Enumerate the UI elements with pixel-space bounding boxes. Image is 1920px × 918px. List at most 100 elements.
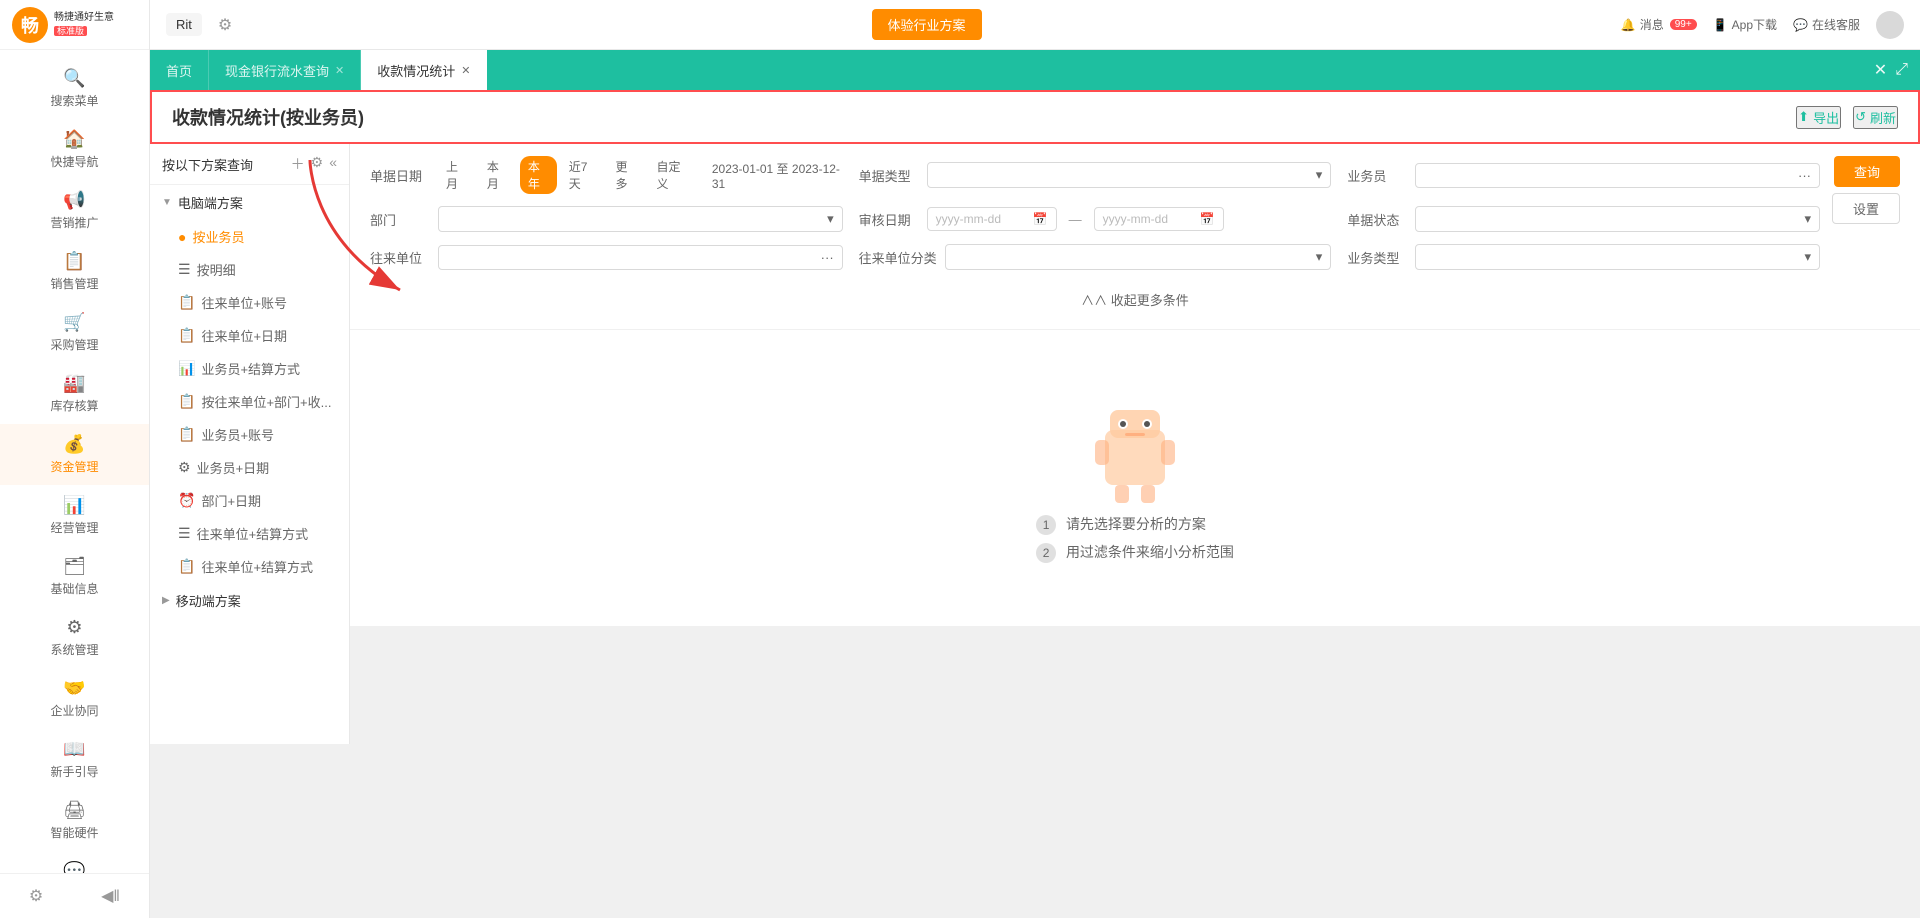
date-filter-item: 单据日期 上月 本月 本年 近7天 更多 自定义 (370, 156, 843, 194)
filter-row-3: 往来单位 ··· 往来单位分类 (370, 244, 1820, 270)
biz-type-select[interactable]: ▾ (1415, 244, 1820, 270)
page-title: 收款情况统计(按业务员) (172, 104, 364, 130)
scheme-item-salesman-date[interactable]: ⚙ 业务员+日期 (150, 451, 349, 484)
tab-expand-btn[interactable]: ⤢ (1895, 61, 1908, 79)
scheme-item-partner-date[interactable]: 📋 往来单位+日期 (150, 319, 349, 352)
sidebar-item-inventory[interactable]: 🏭 库存核算 (0, 363, 149, 424)
tab-collection-stat[interactable]: 收款情况统计 ✕ (361, 50, 487, 90)
ellipsis-icon: ··· (1798, 168, 1811, 183)
date-tab-this-month[interactable]: 本月 (479, 156, 516, 194)
chevron-down-biz-icon: ▾ (1804, 249, 1811, 265)
chevron-down-icon: ▼ (162, 197, 172, 208)
app-download-btn[interactable]: 📱 App下载 (1713, 16, 1777, 33)
chevron-down-status-icon: ▾ (1804, 211, 1811, 227)
date-tab-last7[interactable]: 近7天 (561, 156, 604, 194)
sidebar-item-basic[interactable]: 🗂 基础信息 (0, 546, 149, 607)
scheme-settings-btn[interactable]: ⚙ (311, 154, 324, 174)
doc-status-select[interactable]: ▾ (1415, 206, 1820, 232)
scheme-item-partner-dept-coll[interactable]: 📋 按往来单位+部门+收... (150, 385, 349, 418)
filter-section: 单据日期 上月 本月 本年 近7天 更多 自定义 (370, 156, 1900, 282)
sidebar-item-quick-nav[interactable]: 🏠 快捷导航 (0, 119, 149, 180)
scheme-item-by-detail[interactable]: ☰ 按明细 (150, 253, 349, 286)
dept-select[interactable]: ▾ (438, 206, 843, 232)
marketing-icon: 📢 (63, 190, 85, 211)
inventory-icon: 🏭 (63, 373, 85, 394)
scheme-item-by-salesman[interactable]: ● 按业务员 (150, 220, 349, 253)
collapse-icon: ∧∧ (1081, 293, 1111, 308)
filter-area: 单据日期 上月 本月 本年 近7天 更多 自定义 (350, 144, 1920, 329)
salesman-select[interactable]: ··· (1415, 163, 1820, 188)
sidebar-item-operations[interactable]: 📊 经营管理 (0, 485, 149, 546)
chevron-down-cat-icon: ▾ (1316, 249, 1323, 265)
topbar-left: Rit ⚙ (166, 13, 232, 36)
review-date-to-input[interactable]: yyyy-mm-dd 📅 (1094, 207, 1224, 231)
export-btn[interactable]: ⬆ 导出 (1796, 106, 1841, 129)
sidebar: 畅 畅捷通好生意 标准版 🔍 搜索菜单 🏠 快捷导航 📢 营销推广 📋 (0, 0, 150, 918)
sidebar-collapse-btn[interactable]: ◀‖ (101, 886, 120, 906)
empty-tips: 1 请先选择要分析的方案 2 用过滤条件来缩小分析范围 (1036, 510, 1234, 566)
service-icon: 💬 (1793, 18, 1808, 32)
doc-type-filter-item: 单据类型 ▾ (859, 162, 1332, 188)
bell-icon: 🔔 (1621, 18, 1636, 32)
user-avatar[interactable] (1876, 11, 1904, 39)
refresh-icon: ↺ (1855, 109, 1866, 125)
doc5-icon: 📋 (178, 558, 195, 575)
topbar-settings-icon[interactable]: ⚙ (218, 15, 232, 35)
chevron-down-dept-icon: ▾ (827, 211, 834, 227)
search-icon: 🔍 (63, 68, 85, 89)
scheme-group-desktop-title[interactable]: ▼ 电脑端方案 (150, 185, 349, 220)
query-btn[interactable]: 查询 (1834, 156, 1900, 187)
partner-filter-item: 往来单位 ··· (370, 245, 843, 270)
sidebar-item-purchase[interactable]: 🛒 采购管理 (0, 302, 149, 363)
sidebar-item-enterprise[interactable]: 🤝 企业协同 (0, 668, 149, 729)
date-tabs: 上月 本月 本年 近7天 更多 自定义 (438, 156, 696, 194)
home-icon: 🏠 (63, 129, 85, 150)
scheme-panel: 按以下方案查询 ＋ ⚙ « ▼ 电脑端方案 (150, 144, 350, 744)
tab-close-all-btn[interactable]: ✕ (1874, 60, 1887, 80)
trial-btn[interactable]: 体验行业方案 (872, 9, 982, 40)
date-tab-this-year[interactable]: 本年 (520, 156, 557, 194)
date-tab-more[interactable]: 更多 (608, 156, 645, 194)
scheme-item-partner-payment2[interactable]: 📋 往来单位+结算方式 (150, 550, 349, 583)
refresh-btn[interactable]: ↺ 刷新 (1853, 106, 1898, 129)
sidebar-item-beginner[interactable]: 📖 新手引导 (0, 729, 149, 790)
scheme-item-partner-account[interactable]: 📋 往来单位+账号 (150, 286, 349, 319)
salesman-filter-item: 业务员 ··· (1347, 163, 1820, 188)
notification-btn[interactable]: 🔔 消息 99+ (1621, 16, 1697, 33)
tab-collection-stat-close[interactable]: ✕ (461, 64, 470, 77)
sidebar-item-search-menu[interactable]: 🔍 搜索菜单 (0, 58, 149, 119)
tab-bank-flow-close[interactable]: ✕ (335, 64, 344, 77)
online-service-btn[interactable]: 💬 在线客服 (1793, 16, 1860, 33)
review-date-from-input[interactable]: yyyy-mm-dd 📅 (927, 207, 1057, 231)
scheme-collapse-btn[interactable]: « (329, 154, 337, 174)
filter-settings-btn[interactable]: 设置 (1832, 193, 1900, 224)
partner-category-filter-item: 往来单位分类 ▾ (859, 244, 1332, 270)
review-date-label: 审核日期 (859, 210, 919, 229)
enterprise-icon: 🤝 (63, 678, 85, 699)
filter-row-1: 单据日期 上月 本月 本年 近7天 更多 自定义 (370, 156, 1820, 194)
sidebar-settings-btn[interactable]: ⚙ (29, 886, 43, 906)
sidebar-item-finance[interactable]: 💰 资金管理 (0, 424, 149, 485)
tab-bank-flow[interactable]: 现金银行流水查询 ✕ (209, 50, 361, 90)
partner-category-select[interactable]: ▾ (945, 244, 1332, 270)
filter-row-2: 部门 ▾ 审核日期 yy (370, 206, 1820, 232)
doc3-icon: 📋 (178, 393, 195, 410)
scheme-item-salesman-account[interactable]: 📋 业务员+账号 (150, 418, 349, 451)
date-tab-last-month[interactable]: 上月 (438, 156, 475, 194)
sidebar-item-sales[interactable]: 📋 销售管理 (0, 241, 149, 302)
scheme-add-btn[interactable]: ＋ (291, 154, 305, 174)
scheme-item-salesman-payment[interactable]: 📊 业务员+结算方式 (150, 352, 349, 385)
scheme-item-dept-date[interactable]: ⏰ 部门+日期 (150, 484, 349, 517)
collapse-bar[interactable]: ∧∧ 收起更多条件 (370, 282, 1900, 317)
sidebar-item-system[interactable]: ⚙ 系统管理 (0, 607, 149, 668)
scheme-item-partner-payment1[interactable]: ☰ 往来单位+结算方式 (150, 517, 349, 550)
scheme-group-mobile-title[interactable]: ▶ 移动端方案 (150, 583, 349, 618)
doc-type-select[interactable]: ▾ (927, 162, 1332, 188)
partner-select[interactable]: ··· (438, 245, 843, 270)
sidebar-item-wechat[interactable]: 💬 企业微信 (0, 851, 149, 873)
sidebar-item-smart-hw[interactable]: 🖨 智能硬件 (0, 790, 149, 851)
date-tab-custom[interactable]: 自定义 (648, 156, 695, 194)
sidebar-item-marketing[interactable]: 📢 营销推广 (0, 180, 149, 241)
tab-home[interactable]: 首页 (150, 50, 209, 90)
gear2-icon: ⚙ (178, 459, 191, 476)
